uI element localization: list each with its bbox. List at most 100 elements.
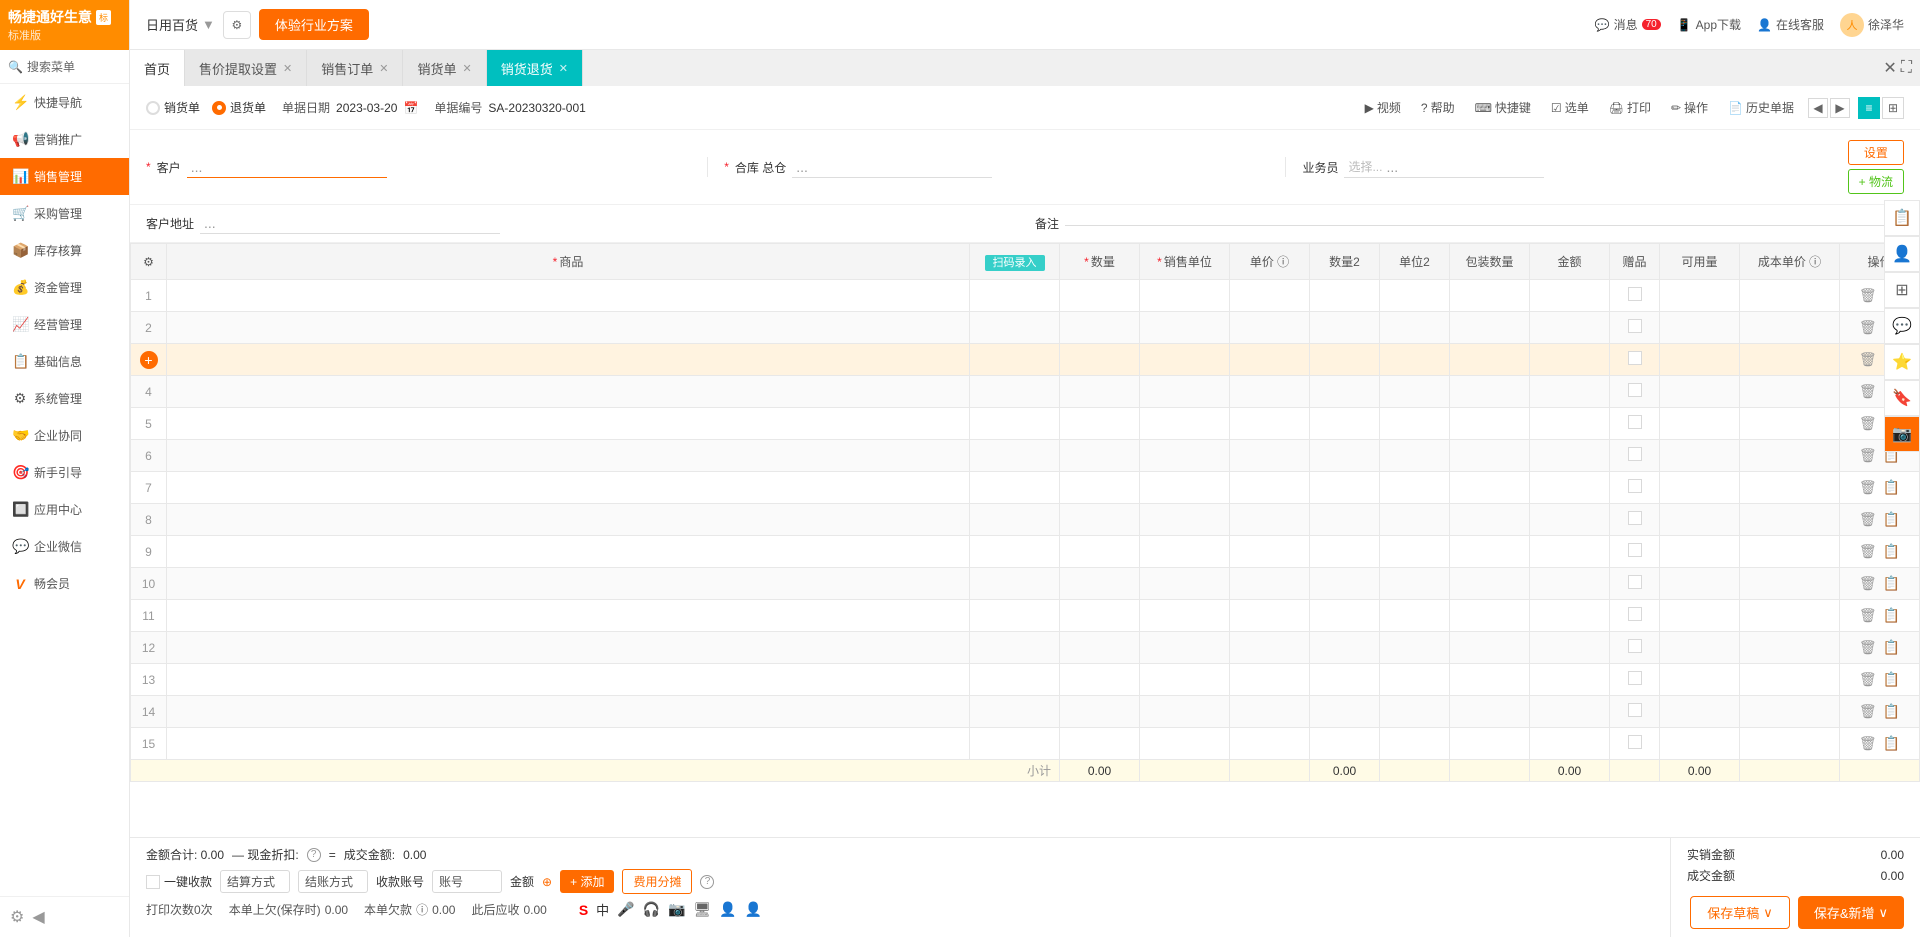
tab-sales-return-close-icon[interactable]: ✕	[559, 62, 568, 75]
operate-action[interactable]: ✏ 操作	[1665, 96, 1714, 119]
amount-cell[interactable]	[1530, 664, 1610, 696]
gift-cell[interactable]	[1610, 728, 1660, 760]
sales-unit-cell[interactable]	[1140, 632, 1230, 664]
one-click-payment-checkbox[interactable]: 一键收款	[146, 873, 212, 890]
sales-rep-input[interactable]: 选择... ...	[1344, 156, 1544, 178]
history-action[interactable]: 📄 历史单据	[1722, 96, 1800, 119]
product-cell[interactable]	[167, 728, 970, 760]
pack-quantity-cell[interactable]	[1450, 568, 1530, 600]
amount-cell[interactable]	[1530, 312, 1610, 344]
quantity-cell[interactable]	[1060, 568, 1140, 600]
headphone-icon[interactable]: 🎧	[643, 901, 660, 918]
pack-quantity-cell[interactable]	[1450, 536, 1530, 568]
maximize-icon[interactable]: ⛶	[1901, 59, 1912, 77]
quantity-cell[interactable]	[1060, 600, 1140, 632]
delete-icon[interactable]: 🗑	[1859, 415, 1877, 432]
sales-unit-cell[interactable]	[1140, 312, 1230, 344]
sales-unit-cell[interactable]	[1140, 440, 1230, 472]
gift-cell[interactable]	[1610, 696, 1660, 728]
delete-icon[interactable]: 🗑	[1859, 735, 1877, 752]
save-new-button[interactable]: 保存&新增 ∨	[1798, 896, 1904, 929]
unit2-cell[interactable]	[1380, 504, 1450, 536]
tab-sales-return[interactable]: 销货退货 ✕	[487, 50, 583, 86]
quantity-cell[interactable]	[1060, 664, 1140, 696]
amount-cell[interactable]	[1530, 728, 1610, 760]
delete-icon[interactable]: 🗑	[1859, 351, 1877, 368]
right-tool-camera[interactable]: 📷	[1884, 416, 1920, 452]
quantity2-cell[interactable]	[1310, 376, 1380, 408]
pack-quantity-cell[interactable]	[1450, 600, 1530, 632]
copy-icon[interactable]: 📋	[1883, 479, 1900, 496]
quantity2-cell[interactable]	[1310, 728, 1380, 760]
quantity-cell[interactable]	[1060, 696, 1140, 728]
right-tool-bookmark[interactable]: 🔖	[1884, 380, 1920, 416]
delete-icon[interactable]: 🗑	[1859, 639, 1877, 656]
warehouse-dots[interactable]: ...	[796, 159, 808, 175]
industry-dropdown[interactable]: 日用百货 ▼	[146, 15, 215, 34]
right-tool-star[interactable]: ⭐	[1884, 344, 1920, 380]
quantity-cell[interactable]	[1060, 728, 1140, 760]
select-action[interactable]: ☑ 选单	[1545, 96, 1595, 119]
product-cell[interactable]	[167, 504, 970, 536]
sales-unit-cell[interactable]	[1140, 472, 1230, 504]
account-select[interactable]: 账号	[432, 870, 502, 893]
gift-checkbox[interactable]	[1628, 543, 1642, 557]
delete-icon[interactable]: 🗑	[1859, 447, 1877, 464]
billing-method-select[interactable]: 结账方式	[298, 870, 368, 893]
topbar-settings-button[interactable]: ⚙	[223, 11, 251, 39]
sales-rep-dots[interactable]: ...	[1386, 159, 1398, 175]
pack-quantity-cell[interactable]	[1450, 312, 1530, 344]
unit-price-cell[interactable]	[1230, 344, 1310, 376]
return-type-radio[interactable]: 退货单	[212, 99, 266, 116]
product-cell[interactable]	[167, 376, 970, 408]
right-tool-user[interactable]: 👤	[1884, 236, 1920, 272]
next-arrow[interactable]: ▶	[1830, 98, 1850, 118]
quantity-cell[interactable]	[1060, 632, 1140, 664]
tab-price-close-icon[interactable]: ✕	[283, 62, 292, 75]
copy-icon[interactable]: 📋	[1883, 511, 1900, 528]
unit-price-cell[interactable]	[1230, 536, 1310, 568]
quantity2-cell[interactable]	[1310, 504, 1380, 536]
unit2-cell[interactable]	[1380, 312, 1450, 344]
sidebar-item-newbie[interactable]: 🎯 新手引导	[0, 454, 129, 491]
gift-checkbox[interactable]	[1628, 351, 1642, 365]
message-button[interactable]: 💬 消息 70	[1595, 16, 1661, 33]
sidebar-item-marketing[interactable]: 📢 营销推广	[0, 121, 129, 158]
quantity-cell[interactable]	[1060, 440, 1140, 472]
product-cell[interactable]	[167, 600, 970, 632]
amount-cell[interactable]	[1530, 568, 1610, 600]
gift-checkbox[interactable]	[1628, 671, 1642, 685]
delete-icon[interactable]: 🗑	[1859, 287, 1877, 304]
unit2-cell[interactable]	[1380, 632, 1450, 664]
sales-type-radio[interactable]: 销货单	[146, 99, 200, 116]
sales-unit-cell[interactable]	[1140, 568, 1230, 600]
tab-sales-order-close-icon[interactable]: ✕	[379, 62, 388, 75]
help-action[interactable]: ? 帮助	[1415, 96, 1461, 119]
sidebar-item-quick-nav[interactable]: ⚡ 快捷导航	[0, 84, 129, 121]
prev-arrow[interactable]: ◀	[1808, 98, 1828, 118]
pack-quantity-cell[interactable]	[1450, 696, 1530, 728]
quantity-cell[interactable]	[1060, 536, 1140, 568]
address-dots[interactable]: ...	[204, 215, 216, 231]
gift-checkbox[interactable]	[1628, 447, 1642, 461]
amount-cell[interactable]	[1530, 632, 1610, 664]
payment-checkbox[interactable]	[146, 875, 160, 889]
person2-icon[interactable]: 👤	[745, 901, 762, 918]
sidebar-item-purchase[interactable]: 🛒 采购管理	[0, 195, 129, 232]
sidebar-item-wechat[interactable]: 💬 企业微信	[0, 528, 129, 565]
fee-split-button[interactable]: 费用分摊	[622, 869, 692, 894]
unit-price-cell[interactable]	[1230, 504, 1310, 536]
logistics-button[interactable]: + 物流	[1848, 169, 1904, 194]
unit2-cell[interactable]	[1380, 408, 1450, 440]
amount-cell[interactable]	[1530, 280, 1610, 312]
quantity2-cell[interactable]	[1310, 600, 1380, 632]
sales-unit-cell[interactable]	[1140, 696, 1230, 728]
amount-cell[interactable]	[1530, 440, 1610, 472]
quantity-cell[interactable]	[1060, 504, 1140, 536]
remark-input[interactable]	[1065, 221, 1904, 226]
quantity2-cell[interactable]	[1310, 280, 1380, 312]
quantity-cell[interactable]	[1060, 344, 1140, 376]
close-tab-icon[interactable]: ✕	[1883, 58, 1896, 78]
pack-quantity-cell[interactable]	[1450, 664, 1530, 696]
grid-view-btn[interactable]: ⊞	[1882, 97, 1904, 119]
